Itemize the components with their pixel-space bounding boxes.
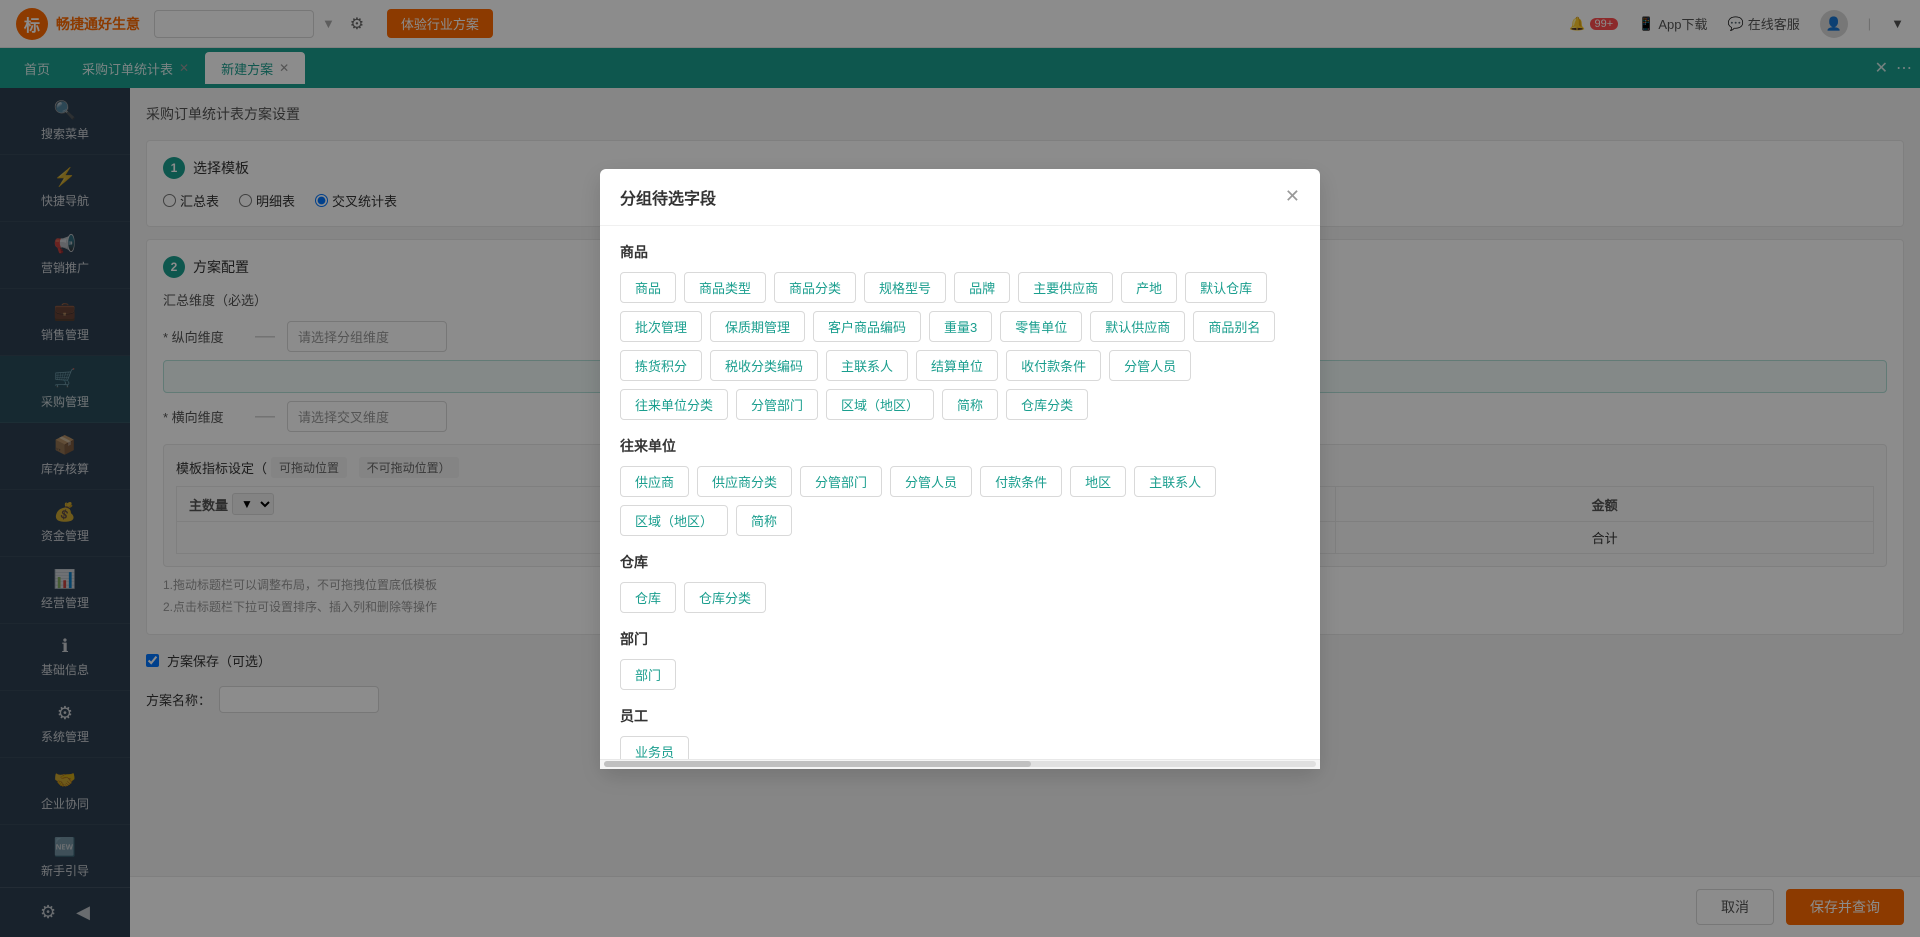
field-supervisor[interactable]: 分管人员 — [1109, 350, 1191, 381]
field-counterpart-category[interactable]: 往来单位分类 — [620, 389, 728, 420]
field-customer-code[interactable]: 客户商品编码 — [813, 311, 921, 342]
field-origin[interactable]: 产地 — [1121, 272, 1177, 303]
modal-section-warehouse: 仓库 — [620, 552, 1300, 572]
field-department[interactable]: 部门 — [620, 659, 676, 690]
modal-section-staff: 员工 — [620, 706, 1300, 726]
field-warehouse-category[interactable]: 仓库分类 — [1006, 389, 1088, 420]
field-product-alias[interactable]: 商品别名 — [1193, 311, 1275, 342]
field-region-cp[interactable]: 区域（地区） — [620, 505, 728, 536]
field-shelf-life[interactable]: 保质期管理 — [710, 311, 805, 342]
product-fields: 商品 商品类型 商品分类 规格型号 品牌 主要供应商 产地 默认仓库 批次管理 … — [620, 272, 1300, 420]
modal-dialog: 分组待选字段 ✕ 商品 商品 商品类型 商品分类 规格型号 品牌 主要供应商 产… — [600, 169, 1320, 769]
field-product-type[interactable]: 商品类型 — [684, 272, 766, 303]
modal-body: 商品 商品 商品类型 商品分类 规格型号 品牌 主要供应商 产地 默认仓库 批次… — [600, 226, 1320, 759]
modal-overlay: 分组待选字段 ✕ 商品 商品 商品类型 商品分类 规格型号 品牌 主要供应商 产… — [0, 0, 1920, 937]
staff-fields: 业务员 — [620, 736, 1300, 759]
modal-header: 分组待选字段 ✕ — [600, 169, 1320, 226]
field-warehouse-cat[interactable]: 仓库分类 — [684, 582, 766, 613]
field-product-category[interactable]: 商品分类 — [774, 272, 856, 303]
field-payment-cond[interactable]: 付款条件 — [980, 466, 1062, 497]
field-salesperson[interactable]: 业务员 — [620, 736, 689, 759]
modal-section-dept: 部门 — [620, 629, 1300, 649]
modal-title: 分组待选字段 — [620, 185, 716, 209]
counterpart-fields: 供应商 供应商分类 分管部门 分管人员 付款条件 地区 主联系人 区域（地区） … — [620, 466, 1300, 536]
modal-section-counterpart: 往来单位 — [620, 436, 1300, 456]
warehouse-fields: 仓库 仓库分类 — [620, 582, 1300, 613]
field-settle-unit[interactable]: 结算单位 — [916, 350, 998, 381]
field-default-warehouse[interactable]: 默认仓库 — [1185, 272, 1267, 303]
field-spec-model[interactable]: 规格型号 — [864, 272, 946, 303]
modal-section-product: 商品 — [620, 242, 1300, 262]
field-weight3[interactable]: 重量3 — [929, 311, 992, 342]
dept-fields: 部门 — [620, 659, 1300, 690]
modal-close-icon[interactable]: ✕ — [1285, 186, 1300, 207]
field-supplier-category[interactable]: 供应商分类 — [697, 466, 792, 497]
field-retail-unit[interactable]: 零售单位 — [1000, 311, 1082, 342]
modal-h-scrollbar[interactable] — [600, 759, 1320, 769]
field-product[interactable]: 商品 — [620, 272, 676, 303]
field-tax-code[interactable]: 税收分类编码 — [710, 350, 818, 381]
field-short-name-product[interactable]: 简称 — [942, 389, 998, 420]
field-main-supplier[interactable]: 主要供应商 — [1018, 272, 1113, 303]
field-main-contact[interactable]: 主联系人 — [826, 350, 908, 381]
field-mgmt-dept[interactable]: 分管部门 — [800, 466, 882, 497]
field-mgmt-staff[interactable]: 分管人员 — [890, 466, 972, 497]
field-default-supplier[interactable]: 默认供应商 — [1090, 311, 1185, 342]
field-short-name-cp[interactable]: 简称 — [736, 505, 792, 536]
field-pick-score[interactable]: 拣货积分 — [620, 350, 702, 381]
field-dept[interactable]: 分管部门 — [736, 389, 818, 420]
field-payment-terms[interactable]: 收付款条件 — [1006, 350, 1101, 381]
field-area[interactable]: 地区 — [1070, 466, 1126, 497]
field-region-product[interactable]: 区域（地区） — [826, 389, 934, 420]
field-main-contact2[interactable]: 主联系人 — [1134, 466, 1216, 497]
field-warehouse[interactable]: 仓库 — [620, 582, 676, 613]
field-batch-mgmt[interactable]: 批次管理 — [620, 311, 702, 342]
field-supplier[interactable]: 供应商 — [620, 466, 689, 497]
field-brand[interactable]: 品牌 — [954, 272, 1010, 303]
